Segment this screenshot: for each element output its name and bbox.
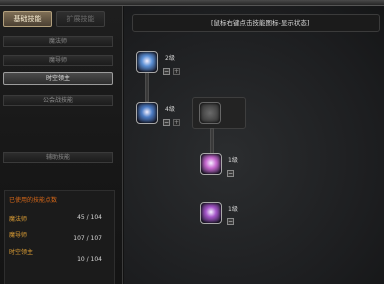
locked-skill-icon <box>199 102 221 124</box>
category-archmage[interactable]: 魔导师 <box>3 55 113 66</box>
points-header: 已使用的技能点数 <box>9 197 58 204</box>
mage-aura-icon[interactable] <box>136 102 158 124</box>
skill-minus-button[interactable]: − <box>227 170 234 177</box>
points-row-timelord-name: 时空领主 <box>9 249 34 256</box>
purple-burst-icon[interactable] <box>200 153 222 175</box>
skill-minus-button[interactable]: − <box>163 68 170 75</box>
category-guild-war-skills[interactable]: 公会战技能 <box>3 95 113 106</box>
points-row-archmage-name: 魔导师 <box>9 232 28 239</box>
points-row-mage-name: 魔法师 <box>9 216 28 223</box>
tree-connector <box>210 128 214 154</box>
skill-tree-panel: [鼠标右键点击技能图标-显示状态] 2级 − + 4级 − + 1级 − 1级 … <box>124 6 384 284</box>
points-row-mage-value: 45 / 104 <box>77 214 102 221</box>
tab-extended-skills[interactable]: 扩展技能 <box>56 11 105 27</box>
skill-level: 2级 <box>165 55 175 62</box>
category-mage[interactable]: 魔法师 <box>3 36 113 47</box>
skill-points-summary: 已使用的技能点数 魔法师 45 / 104 魔导师 107 / 107 时空领主… <box>4 190 115 284</box>
skill-plus-button[interactable]: + <box>173 68 180 75</box>
skill-level: 1级 <box>228 206 238 213</box>
shield-aura-icon[interactable] <box>136 51 158 73</box>
skill-category-panel: 基础技能 扩展技能 魔法师 魔导师 时空领主 公会战技能 辅助技能 已使用的技能… <box>0 6 123 284</box>
tree-connector <box>145 72 149 102</box>
points-row-timelord-value: 10 / 104 <box>77 256 102 263</box>
skill-plus-button[interactable]: + <box>173 119 180 126</box>
skill-minus-button[interactable]: − <box>227 218 234 225</box>
skill-level: 1级 <box>228 157 238 164</box>
skill-minus-button[interactable]: − <box>163 119 170 126</box>
purple-vortex-icon[interactable] <box>200 202 222 224</box>
skill-level: 4级 <box>165 106 175 113</box>
points-row-archmage-value: 107 / 107 <box>73 235 102 242</box>
category-support-skills[interactable]: 辅助技能 <box>3 152 113 163</box>
tab-basic-skills[interactable]: 基础技能 <box>3 11 52 27</box>
right-click-hint: [鼠标右键点击技能图标-显示状态] <box>132 14 380 32</box>
category-time-lord[interactable]: 时空领主 <box>3 72 113 85</box>
